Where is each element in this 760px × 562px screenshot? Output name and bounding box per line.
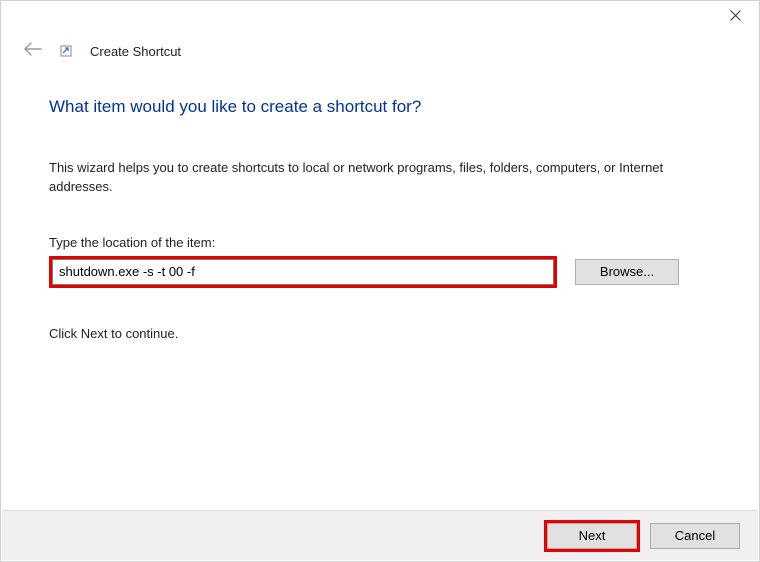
input-highlight (49, 256, 557, 288)
location-label: Type the location of the item: (49, 235, 711, 250)
continue-text: Click Next to continue. (49, 326, 711, 341)
titlebar (1, 1, 759, 33)
cancel-button[interactable]: Cancel (650, 523, 740, 549)
back-button[interactable] (23, 41, 43, 61)
input-row: Browse... (49, 256, 711, 288)
main-heading: What item would you like to create a sho… (49, 97, 711, 117)
content-area: What item would you like to create a sho… (1, 61, 759, 341)
shortcut-icon (59, 45, 72, 58)
next-highlight: Next (544, 520, 640, 552)
close-icon (730, 8, 741, 26)
window-title: Create Shortcut (90, 44, 181, 59)
wizard-window: Create Shortcut What item would you like… (0, 0, 760, 562)
header-row: Create Shortcut (1, 33, 759, 61)
location-input[interactable] (52, 259, 554, 285)
description-text: This wizard helps you to create shortcut… (49, 159, 711, 197)
close-button[interactable] (713, 3, 757, 31)
back-arrow-icon (24, 42, 42, 61)
browse-button[interactable]: Browse... (575, 259, 679, 285)
next-button[interactable]: Next (547, 523, 637, 549)
footer: Next Cancel (2, 510, 758, 560)
